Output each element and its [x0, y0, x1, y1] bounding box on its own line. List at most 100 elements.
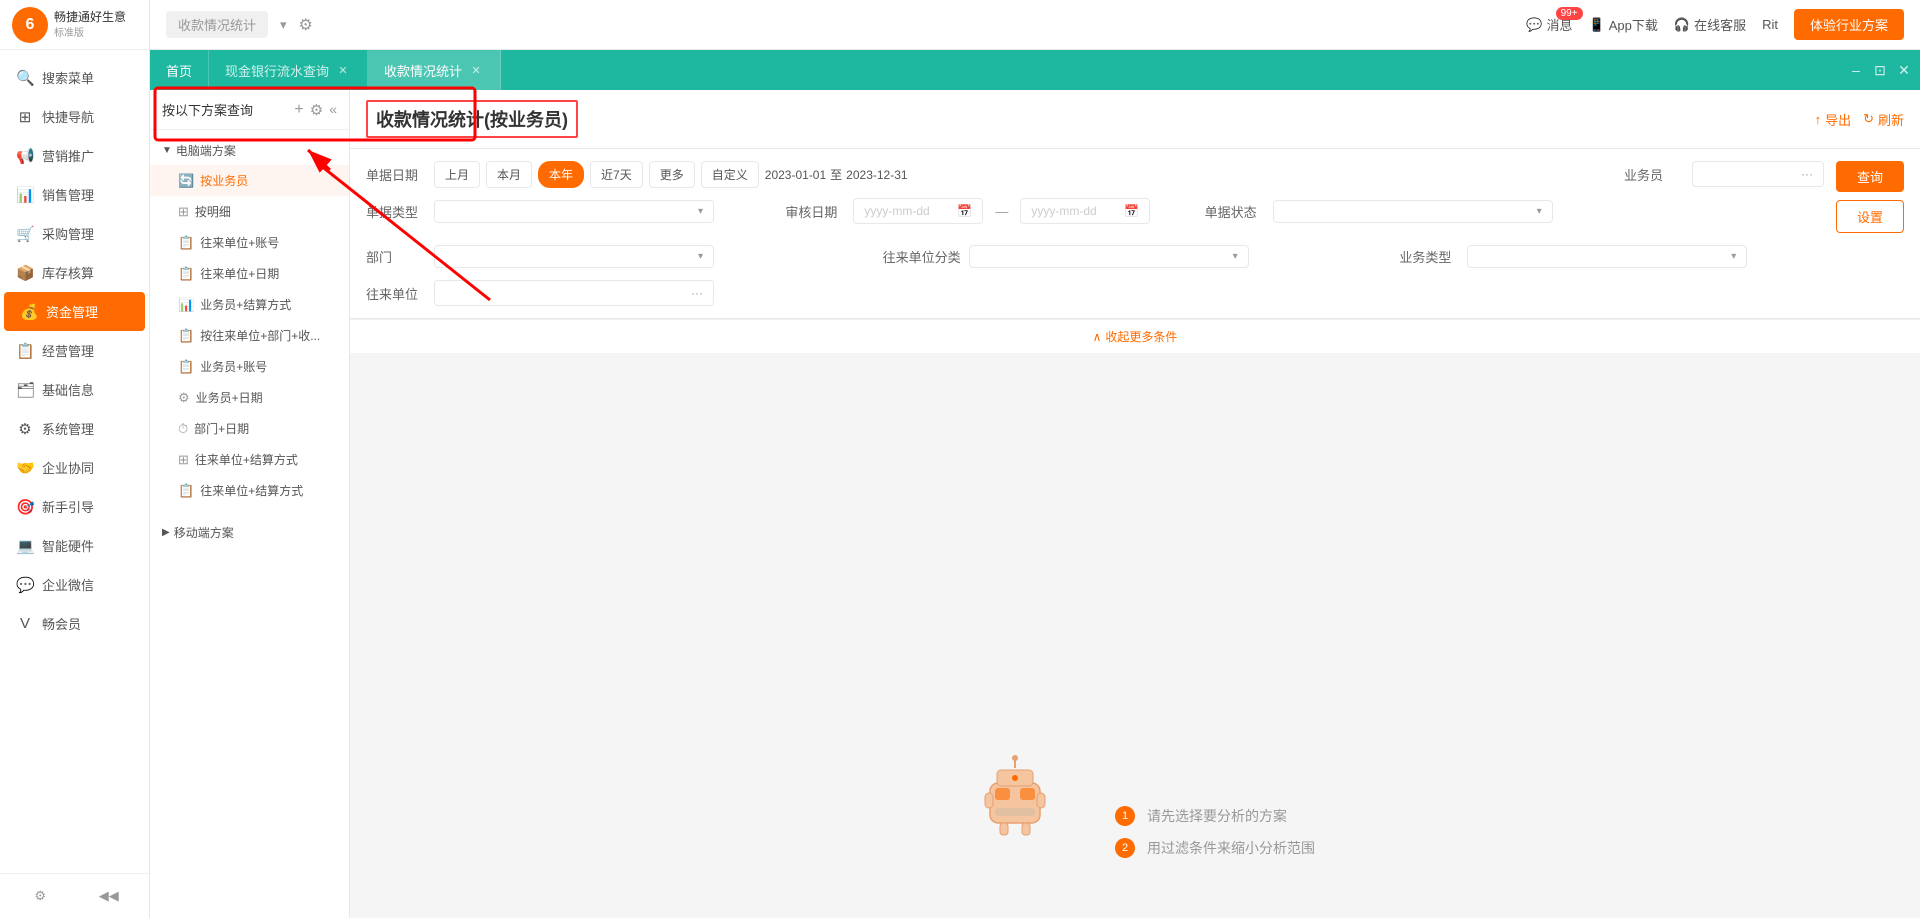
scheme-header-title: 按以下方案查询	[162, 100, 253, 119]
staff-select[interactable]: ···	[1692, 161, 1824, 187]
biz-type-select[interactable]: ▾	[1467, 245, 1747, 268]
settings-bottom-btn[interactable]: ⚙	[10, 884, 71, 908]
sidebar-item-guide[interactable]: 🎯 新手引导	[0, 487, 149, 526]
doc3-icon: 📋	[178, 328, 194, 344]
tab-bank-close[interactable]: ✕	[335, 62, 351, 78]
dept-label: 部门	[366, 247, 426, 266]
refresh-icon: ↻	[1863, 111, 1874, 127]
member-icon: V	[16, 615, 34, 632]
scheme-item-by-detail[interactable]: ⊞ 按明细	[150, 196, 349, 227]
chart-icon: 📊	[178, 297, 194, 313]
mobile-scheme-section: ▶ 移动端方案	[150, 512, 349, 553]
step-2-text: 用过滤条件来缩小分析范围	[1147, 838, 1315, 858]
tab-stats[interactable]: 收款情况统计 ✕	[368, 50, 501, 90]
scheme-item-staff-settle[interactable]: 📊 业务员+结算方式	[150, 289, 349, 320]
calendar-icon: 📅	[957, 204, 972, 218]
grid-icon: ⊞	[178, 204, 189, 220]
sidebar-item-basic[interactable]: 🗂 基础信息	[0, 370, 149, 409]
sidebar-item-finance[interactable]: 💰 资金管理	[4, 292, 145, 331]
scheme-item-staff-date[interactable]: ⚙ 业务员+日期	[150, 382, 349, 413]
doc5-icon: 📋	[178, 483, 194, 499]
date-7days[interactable]: 近7天	[590, 161, 643, 188]
export-btn[interactable]: ↑ 导出	[1815, 110, 1852, 129]
calendar2-icon: 📅	[1124, 204, 1139, 218]
message-icon: 💬	[1526, 17, 1542, 33]
sidebar-item-hardware[interactable]: 💻 智能硬件	[0, 526, 149, 565]
dept-select[interactable]: ▾	[434, 245, 714, 268]
breadcrumb: 收款情况统计	[166, 11, 268, 38]
robot-svg	[965, 748, 1065, 848]
date-more[interactable]: 更多	[649, 161, 695, 188]
add-scheme-btn[interactable]: +	[294, 101, 303, 119]
right-panel: 收款情况统计(按业务员) ↑ 导出 ↻ 刷新	[350, 90, 1920, 918]
clock-icon: ⏱	[178, 421, 188, 437]
empty-state: 1 请先选择要分析的方案 2 用过滤条件来缩小分析范围	[1115, 806, 1315, 858]
scheme-item-dept-date[interactable]: ⏱ 部门+日期	[150, 413, 349, 444]
scheme-header-actions: + ⚙ «	[294, 101, 337, 119]
scheme-item-partner-dept[interactable]: 📋 按往来单位+部门+收...	[150, 320, 349, 351]
sidebar-item-purchase[interactable]: 🛒 采购管理	[0, 214, 149, 253]
date-this-year[interactable]: 本年	[538, 161, 584, 188]
query-btn[interactable]: 查询	[1836, 161, 1904, 192]
sidebar-item-sales[interactable]: 📊 销售管理	[0, 175, 149, 214]
refresh-btn[interactable]: ↻ 刷新	[1863, 110, 1904, 129]
inventory-icon: 📦	[16, 264, 34, 282]
tab-stats-close[interactable]: ✕	[468, 62, 484, 78]
gear2-icon: ⚙	[178, 390, 190, 406]
scheme-item-partner-settle1[interactable]: ⊞ 往来单位+结算方式	[150, 444, 349, 475]
collapse-bar[interactable]: ∧ 收起更多条件	[350, 319, 1920, 353]
sidebar-item-member[interactable]: V 畅会员	[0, 604, 149, 643]
scheme-item-partner-settle2[interactable]: 📋 往来单位+结算方式	[150, 475, 349, 506]
collapse-sidebar-btn[interactable]: ◀◀	[79, 884, 140, 908]
date-last-month[interactable]: 上月	[434, 161, 480, 188]
tab-home[interactable]: 首页	[150, 50, 209, 90]
sidebar-item-system[interactable]: ⚙ 系统管理	[0, 409, 149, 448]
filter-row-1: 单据日期 上月 本月 本年 近7天 更多 自定义 2023-01-01	[366, 161, 1612, 224]
message-btn[interactable]: 💬 消息 99+	[1526, 15, 1572, 34]
grid2-icon: ⊞	[178, 452, 189, 468]
desktop-scheme-header[interactable]: ▼ 电脑端方案	[150, 136, 349, 165]
minimize-btn[interactable]: –	[1848, 62, 1864, 78]
sidebar-item-quick-nav[interactable]: ⊞ 快捷导航	[0, 97, 149, 136]
scheme-settings-btn[interactable]: ⚙	[310, 101, 323, 119]
date-this-month[interactable]: 本月	[486, 161, 532, 188]
partner-select[interactable]: ···	[434, 280, 714, 306]
mobile-scheme-header[interactable]: ▶ 移动端方案	[150, 518, 349, 547]
sidebar: 6 畅捷通好生意 标准版 🔍 搜索菜单 ⊞ 快捷导航 📢 营销推广 📊 销	[0, 0, 150, 918]
settings-query-btn[interactable]: 设置	[1836, 200, 1904, 233]
tab-bank[interactable]: 现金银行流水查询 ✕	[209, 50, 368, 90]
partner-category-select[interactable]: ▾	[969, 245, 1249, 268]
date-range-display: 2023-01-01 至 2023-12-31	[765, 166, 908, 183]
sidebar-item-operation[interactable]: 📋 经营管理	[0, 331, 149, 370]
tab-spacer	[501, 50, 1840, 90]
scheme-item-partner-date[interactable]: 📋 往来单位+日期	[150, 258, 349, 289]
doc-status-arrow-icon: ▾	[1537, 206, 1542, 217]
settings-gear-icon[interactable]: ⚙	[299, 15, 313, 35]
doc-type-select[interactable]: ▾	[434, 200, 714, 223]
review-date-from[interactable]: yyyy-mm-dd 📅	[853, 198, 983, 224]
scheme-item-by-staff[interactable]: 🔄 按业务员	[150, 165, 349, 196]
trial-btn[interactable]: 体验行业方案	[1794, 9, 1904, 40]
sidebar-item-inventory[interactable]: 📦 库存核算	[0, 253, 149, 292]
scheme-item-staff-account[interactable]: 📋 业务员+账号	[150, 351, 349, 382]
close-btn[interactable]: ✕	[1896, 62, 1912, 78]
sidebar-item-cooperation[interactable]: 🤝 企业协同	[0, 448, 149, 487]
header-left: 收款情况统计 ▾ ⚙	[166, 11, 313, 38]
scheme-item-partner-account[interactable]: 📋 往来单位+账号	[150, 227, 349, 258]
message-badge: 99+	[1556, 7, 1583, 20]
operation-icon: 📋	[16, 342, 34, 360]
app-download-btn[interactable]: 📱 App下载	[1589, 15, 1658, 34]
sidebar-item-wechat[interactable]: 💬 企业微信	[0, 565, 149, 604]
doc-status-select[interactable]: ▾	[1273, 200, 1553, 223]
online-service-btn[interactable]: 🎧 在线客服	[1674, 15, 1746, 34]
sidebar-item-marketing[interactable]: 📢 营销推广	[0, 136, 149, 175]
maximize-btn[interactable]: ⊡	[1872, 62, 1888, 78]
scheme-collapse-btn[interactable]: «	[329, 101, 337, 119]
user-profile-btn[interactable]: Rit	[1762, 17, 1778, 32]
purchase-icon: 🛒	[16, 225, 34, 243]
sidebar-item-search[interactable]: 🔍 搜索菜单	[0, 58, 149, 97]
date-custom[interactable]: 自定义	[701, 161, 759, 188]
empty-step-2: 2 用过滤条件来缩小分析范围	[1115, 838, 1315, 858]
review-date-to[interactable]: yyyy-mm-dd 📅	[1020, 198, 1150, 224]
top-header: 收款情况统计 ▾ ⚙ 💬 消息 99+ 📱 App下载 🎧 在线客服	[150, 0, 1920, 50]
